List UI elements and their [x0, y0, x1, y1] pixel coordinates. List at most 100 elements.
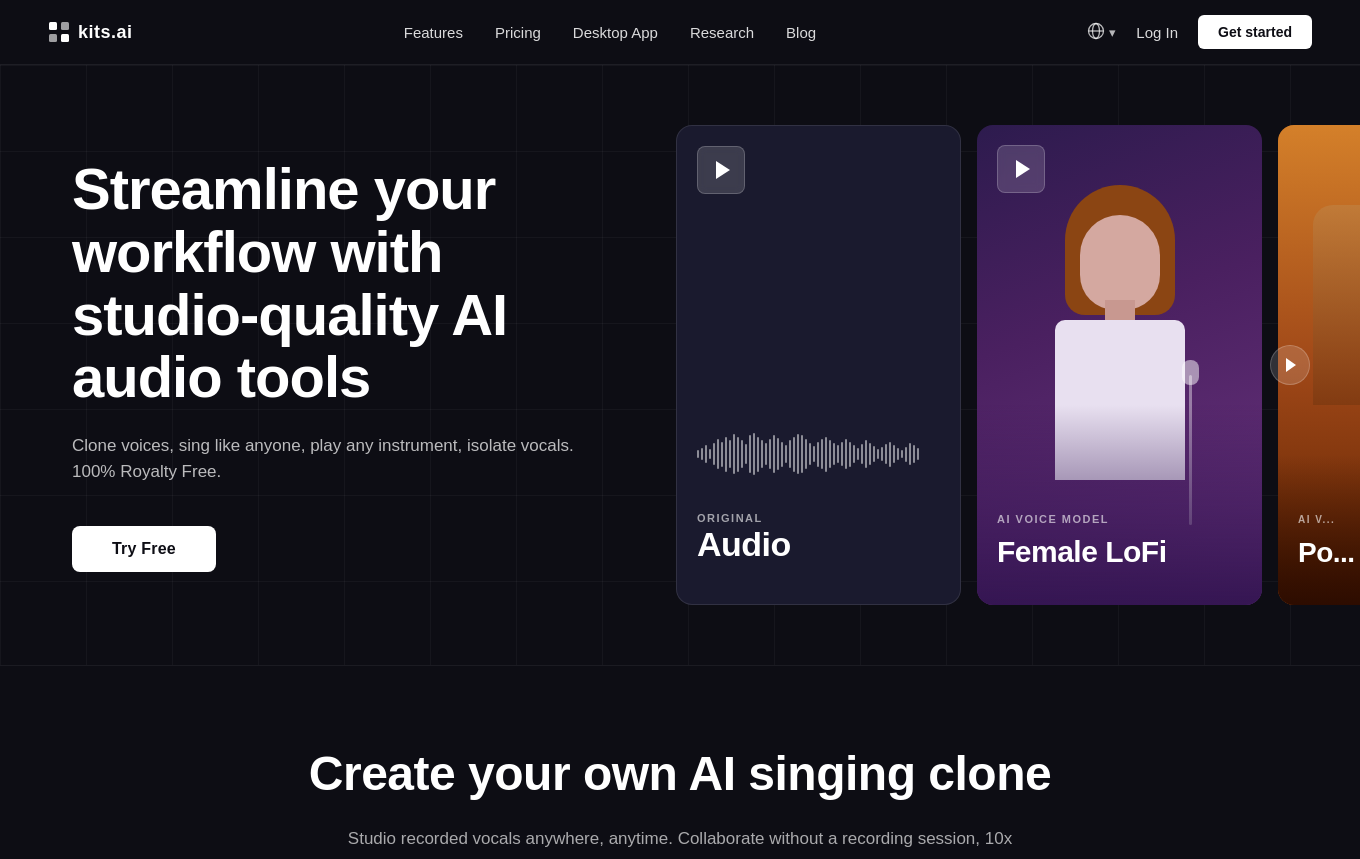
waveform-bar — [841, 442, 843, 466]
waveform-bar — [761, 440, 763, 468]
waveform-bar — [741, 440, 743, 468]
waveform-bar — [865, 440, 867, 468]
chevron-down-icon: ▾ — [1109, 25, 1116, 40]
nav-blog[interactable]: Blog — [786, 24, 816, 41]
waveform-bar — [853, 445, 855, 463]
waveform-bar — [781, 442, 783, 467]
waveform-bar — [873, 446, 875, 462]
try-free-button[interactable]: Try Free — [72, 526, 216, 572]
get-started-button[interactable]: Get started — [1198, 15, 1312, 49]
navbar: kits.ai Features Pricing Desktop App Res… — [0, 0, 1360, 65]
waveform-bar — [837, 445, 839, 463]
waveform-bar — [709, 449, 711, 459]
card-female-lofi: AI VOICE MODEL Female LoFi — [977, 125, 1262, 605]
section-clone: Create your own AI singing clone Studio … — [0, 665, 1360, 859]
waveform-bar — [745, 444, 747, 464]
waveform-bar — [789, 440, 791, 468]
waveform-bar — [917, 448, 919, 460]
logo-icon — [48, 21, 70, 43]
waveform-bar — [729, 440, 731, 468]
nav-research[interactable]: Research — [690, 24, 754, 41]
waveform-bar — [785, 445, 787, 463]
waveform-bar — [905, 447, 907, 462]
waveform-bar — [733, 434, 735, 474]
waveform — [697, 424, 940, 484]
waveform-bar — [913, 445, 915, 463]
waveform-bar — [869, 443, 871, 465]
waveform-bar — [713, 443, 715, 465]
waveform-bar — [737, 437, 739, 472]
play-audio-button[interactable] — [697, 146, 745, 194]
waveform-bar — [697, 450, 699, 458]
nav-links: Features Pricing Desktop App Research Bl… — [404, 24, 816, 41]
hero-section: Streamline your workflow with studio-qua… — [0, 65, 1360, 665]
partial-figure — [1313, 205, 1360, 405]
play-icon — [716, 161, 730, 179]
hero-content: Streamline your workflow with studio-qua… — [0, 78, 580, 651]
waveform-bar — [721, 442, 723, 467]
card-audio-name: Audio — [697, 525, 791, 564]
svg-rect-2 — [49, 34, 57, 42]
waveform-bar — [805, 439, 807, 469]
waveform-bar — [909, 443, 911, 465]
waveform-bar — [749, 435, 751, 473]
login-button[interactable]: Log In — [1136, 24, 1178, 41]
card-partial-tag: AI V... — [1298, 514, 1335, 525]
card-audio: ORIGINAL Audio — [676, 125, 961, 605]
waveform-bar — [901, 450, 903, 458]
waveform-bar — [829, 440, 831, 468]
waveform-bar — [849, 442, 851, 467]
waveform-bar — [825, 437, 827, 472]
nav-right: ▾ Log In Get started — [1087, 15, 1312, 49]
waveform-bar — [801, 435, 803, 473]
waveform-bar — [773, 435, 775, 473]
waveform-bar — [893, 445, 895, 463]
next-slide-button[interactable] — [1270, 345, 1310, 385]
logo[interactable]: kits.ai — [48, 21, 133, 43]
waveform-bar — [797, 434, 799, 474]
globe-icon — [1087, 22, 1105, 43]
female-photo — [977, 125, 1262, 605]
language-selector[interactable]: ▾ — [1087, 22, 1116, 43]
cards-area: ORIGINAL Audio — [660, 65, 1360, 665]
nav-desktop-app[interactable]: Desktop App — [573, 24, 658, 41]
waveform-bar — [769, 439, 771, 469]
partial-overlay — [1278, 455, 1360, 605]
hero-subtitle: Clone voices, sing like anyone, play any… — [72, 433, 580, 486]
next-arrow-icon — [1286, 358, 1296, 372]
waveform-bar — [765, 443, 767, 465]
waveform-bar — [861, 444, 863, 464]
waveform-bar — [717, 439, 719, 469]
mic-head — [1182, 360, 1199, 385]
waveform-bar — [757, 437, 759, 472]
svg-rect-0 — [49, 22, 57, 30]
card-female-tag: AI VOICE MODEL — [997, 513, 1109, 525]
svg-rect-3 — [61, 34, 69, 42]
waveform-bar — [777, 438, 779, 470]
section-clone-title: Create your own AI singing clone — [40, 746, 1320, 801]
cards-strip: ORIGINAL Audio — [660, 125, 1360, 605]
waveform-bar — [725, 437, 727, 472]
waveform-bar — [833, 443, 835, 465]
svg-rect-1 — [61, 22, 69, 30]
waveform-bar — [885, 444, 887, 464]
waveform-bar — [845, 439, 847, 469]
waveform-bar — [701, 448, 703, 460]
waveform-bar — [809, 443, 811, 465]
waveform-bar — [705, 445, 707, 463]
card-partial-name: Po... — [1298, 537, 1355, 569]
hero-title: Streamline your workflow with studio-qua… — [72, 158, 580, 409]
card-female-name: Female LoFi — [997, 535, 1167, 569]
logo-text: kits.ai — [78, 22, 133, 43]
waveform-bar — [817, 442, 819, 467]
waveform-bar — [877, 449, 879, 459]
waveform-bar — [897, 448, 899, 460]
waveform-bar — [821, 439, 823, 469]
nav-pricing[interactable]: Pricing — [495, 24, 541, 41]
waveform-bar — [813, 446, 815, 462]
face — [1080, 215, 1160, 310]
waveform-bar — [881, 447, 883, 461]
nav-features[interactable]: Features — [404, 24, 463, 41]
waveform-bar — [857, 448, 859, 460]
waveform-bar — [753, 433, 755, 475]
